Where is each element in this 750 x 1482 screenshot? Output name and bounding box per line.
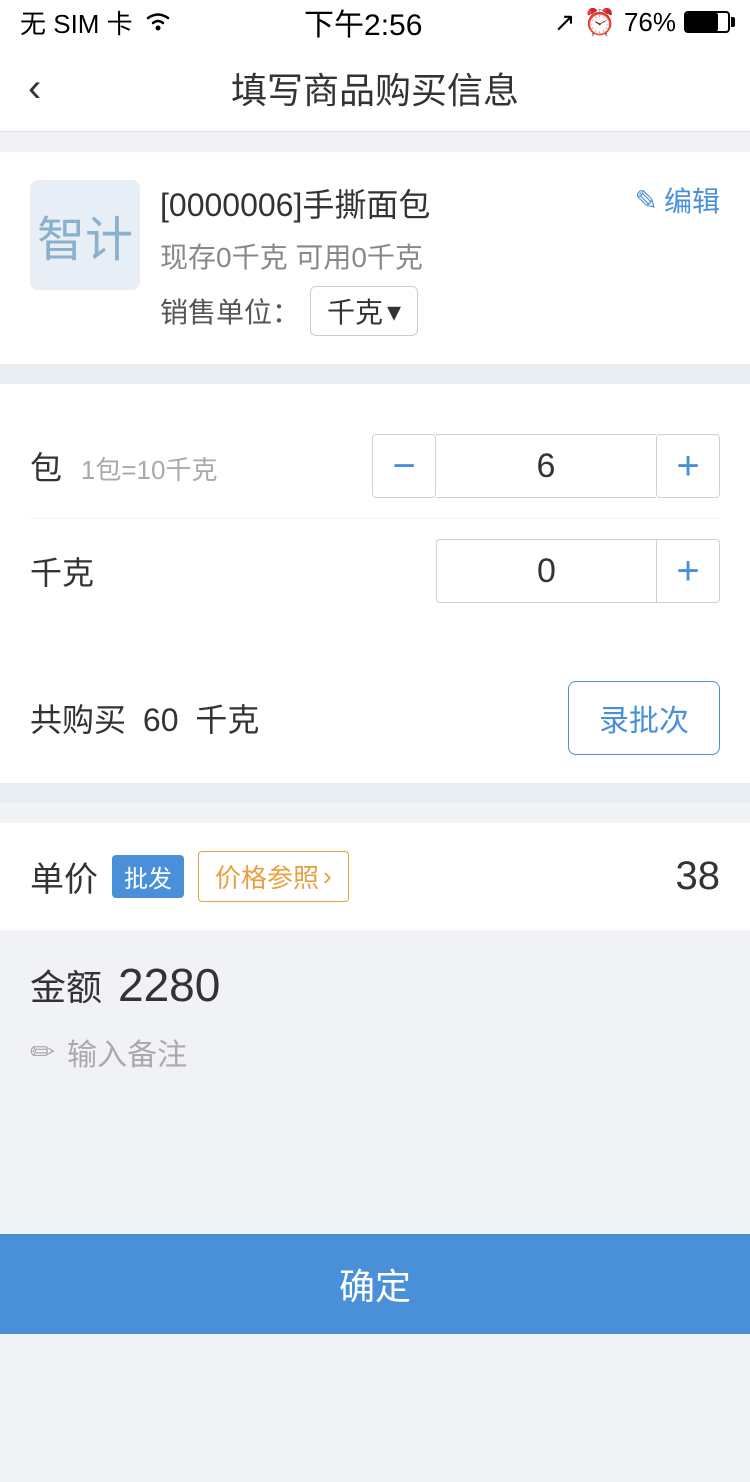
price-label: 单价 (30, 852, 98, 901)
qty-label-text-bag: 包 (30, 450, 62, 486)
location-icon: ↗ (554, 7, 576, 38)
battery-percent: 76% (624, 7, 676, 38)
amount-value: 2280 (118, 958, 220, 1012)
status-bar-time: 下午2:56 (304, 0, 422, 44)
alarm-icon: ⏰ (584, 7, 616, 38)
edit-note-icon: ✏ (30, 1035, 55, 1070)
qty-input-kg[interactable] (436, 539, 656, 603)
dropdown-arrow-icon: ▾ (387, 295, 401, 328)
qty-section: 包 1包=10千克 − + 千克 + (0, 384, 750, 653)
confirm-button[interactable]: 确定 (0, 1234, 750, 1334)
batch-badge: 批发 (112, 855, 184, 898)
back-button[interactable]: ‹ (28, 68, 41, 108)
product-logo: 智计 (37, 200, 133, 270)
qty-label-kg: 千克 (30, 548, 94, 594)
product-card: 智计 [0000006]手撕面包 现存0千克 可用0千克 销售单位： 千克 ▾ … (0, 152, 750, 364)
product-stock: 现存0千克 可用0千克 (160, 236, 720, 276)
wifi-icon (143, 7, 173, 38)
nav-bar: ‹ 填写商品购买信息 (0, 44, 750, 132)
qty-decrement-bag[interactable]: − (372, 434, 436, 498)
qty-sublabel-bag: 1包=10千克 (81, 455, 218, 485)
qty-row-kg: 千克 + (30, 519, 720, 623)
product-thumbnail: 智计 (30, 180, 140, 290)
price-ref-arrow-icon: › (323, 861, 332, 892)
amount-section: 金额 2280 ✏ 输入备注 (0, 930, 750, 1102)
price-left: 单价 批发 价格参照 › (30, 851, 349, 902)
total-label: 共购买 60 千克 (30, 695, 259, 741)
unit-value: 千克 (327, 291, 383, 331)
qty-input-bag[interactable] (436, 434, 656, 498)
product-unit-row: 销售单位： 千克 ▾ (160, 286, 720, 336)
edit-label: 编辑 (664, 180, 720, 220)
note-row[interactable]: ✏ 输入备注 (30, 1030, 720, 1074)
price-section: 单价 批发 价格参照 › 38 (0, 823, 750, 930)
edit-icon: ✎ (635, 184, 658, 217)
unit-dropdown[interactable]: 千克 ▾ (310, 286, 418, 336)
unit-label: 销售单位： (160, 291, 300, 331)
qty-control-bag: − + (372, 434, 720, 498)
qty-row-bag: 包 1包=10千克 − + (30, 414, 720, 519)
status-bar-right: ↗ ⏰ 76% (554, 7, 730, 38)
amount-row: 金额 2280 (30, 958, 720, 1012)
price-ref-button[interactable]: 价格参照 › (198, 851, 349, 902)
qty-control-kg: + (436, 539, 720, 603)
amount-label: 金额 (30, 959, 102, 1011)
record-batch-button[interactable]: 录批次 (568, 681, 720, 755)
price-ref-label: 价格参照 (215, 858, 319, 895)
page-title: 填写商品购买信息 (231, 62, 519, 114)
status-bar: 无 SIM 卡 下午2:56 ↗ ⏰ 76% (0, 0, 750, 44)
total-unit: 千克 (195, 702, 259, 738)
carrier-text: 无 SIM 卡 (20, 4, 133, 41)
total-value: 60 (143, 702, 179, 738)
status-bar-left: 无 SIM 卡 (20, 4, 173, 41)
qty-increment-kg[interactable]: + (656, 539, 720, 603)
battery-icon (684, 11, 730, 33)
qty-label-bag: 包 1包=10千克 (30, 443, 217, 489)
qty-label-text-kg: 千克 (30, 555, 94, 591)
note-placeholder: 输入备注 (67, 1030, 187, 1074)
total-section: 共购买 60 千克 录批次 (0, 653, 750, 783)
edit-button[interactable]: ✎ 编辑 (635, 180, 720, 220)
qty-increment-bag[interactable]: + (656, 434, 720, 498)
price-value: 38 (676, 854, 721, 899)
section-divider-1 (0, 364, 750, 384)
section-divider-2 (0, 783, 750, 803)
total-label-text: 共购买 (30, 702, 126, 738)
